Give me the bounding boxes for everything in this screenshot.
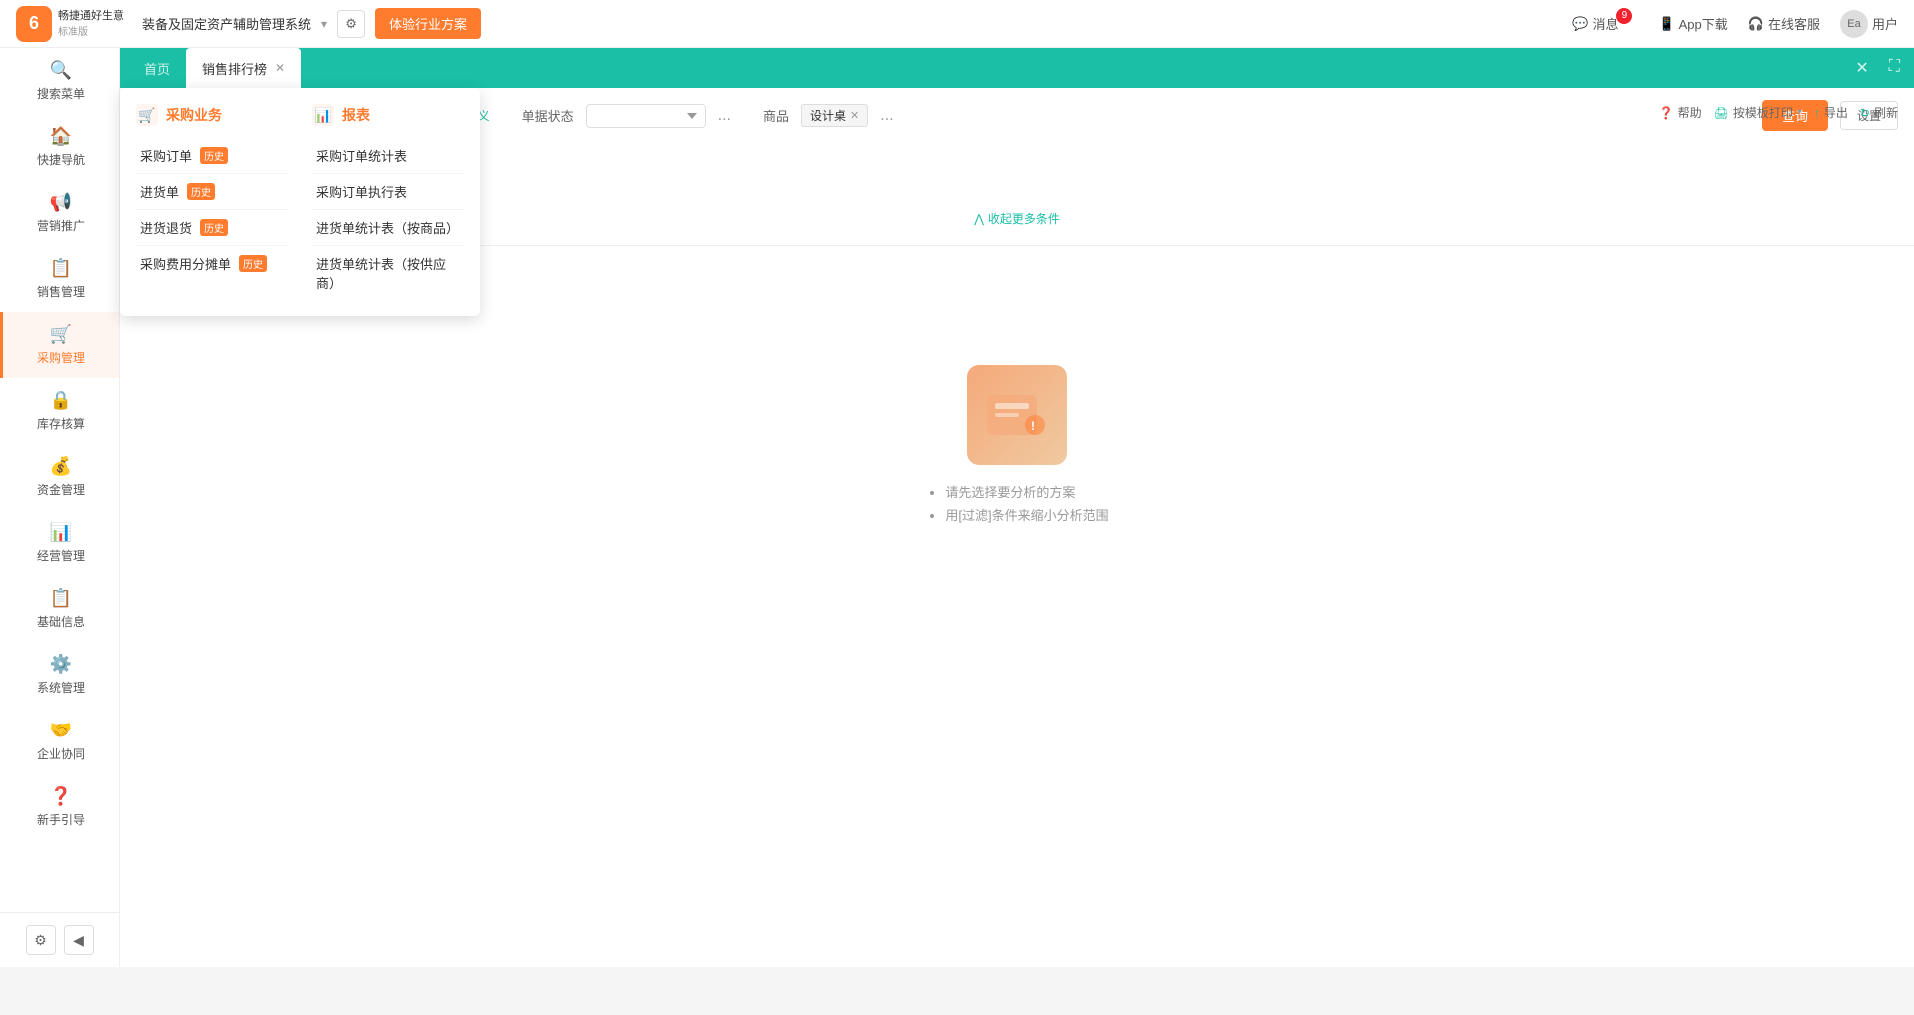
marketing-icon: 📢 [50,192,72,213]
sales-icon: 📋 [50,258,72,279]
purchase-order-exec-item[interactable]: 采购订单执行表 [312,174,464,210]
home-icon: 🏠 [50,126,72,147]
system-icon: ⚙️ [50,654,72,675]
enterprise-icon: 🤝 [50,720,72,741]
headset-icon: 🎧 [1748,16,1764,32]
doc-status-ellipsis[interactable]: ... [718,107,731,125]
incoming-order-item[interactable]: 进货单 历史 [136,174,288,210]
purchase-section-icon: 🛒 [136,104,158,126]
incoming-stat-goods-item[interactable]: 进货单统计表（按商品） [312,210,464,246]
sidebar-item-search[interactable]: 🔍 搜索菜单 [0,48,119,114]
doc-status-label: 单据状态 [522,106,574,125]
return-goods-item[interactable]: 进货退货 历史 [136,210,288,246]
report-section-icon: 📊 [312,104,334,126]
chevron-down-icon[interactable]: ▾ [321,17,327,31]
finance-icon: 💰 [50,456,72,477]
refresh-icon: ↻ [1860,106,1870,120]
purchase-section-title: 🛒 采购业务 [136,104,288,126]
sidebar-collapse-button[interactable]: ◀ [64,925,94,955]
app-download-button[interactable]: 📱 App下载 [1658,14,1727,33]
logo: 6 畅捷通好生意 标准版 [16,6,126,42]
message-badge: 9 [1616,8,1632,24]
purchase-order-stat-item[interactable]: 采购订单统计表 [312,138,464,174]
goods-tag: 设计桌 ✕ [801,104,868,127]
logo-icon: 6 [16,6,52,42]
sidebar-settings-button[interactable]: ⚙ [26,925,56,955]
tabbar: 首页 销售排行榜 ✕ ✕ ⛶ [120,48,1914,88]
report-column: 📊 报表 采购订单统计表 采购订单执行表 进货单统计表（按商品） 进货单统计表（… [312,104,464,300]
history-badge: 历史 [200,219,228,236]
phone-icon: 📱 [1658,16,1674,32]
export-icon: ↑ [1814,106,1820,120]
topbar-right: 💬 消息 9 📱 App下载 🎧 在线客服 Ea 用户 [1572,10,1898,38]
purchase-fee-item[interactable]: 采购费用分摊单 历史 [136,246,288,281]
sidebar-item-operations[interactable]: 📊 经营管理 [0,510,119,576]
company-name: 畅捷通好生意 [58,9,124,23]
settings-icon[interactable]: ⚙ [337,10,365,38]
purchase-icon: 🛒 [50,324,72,345]
online-service-button[interactable]: 🎧 在线客服 [1748,14,1820,33]
collapse-icon: ⋀ [974,212,984,226]
sidebar-item-inventory[interactable]: 🔒 库存核算 [0,378,119,444]
operations-icon: 📊 [50,522,72,543]
tab-sales-rank[interactable]: 销售排行榜 ✕ [186,48,301,88]
svg-text:!: ! [1031,419,1035,433]
goods-ellipsis[interactable]: ... [880,107,893,125]
incoming-stat-supplier-item[interactable]: 进货单统计表（按供应商） [312,246,464,300]
dropdown-columns: 🛒 采购业务 采购订单 历史 进货单 历史 进货退货 历史 采购费用分摊单 历史 [136,104,464,300]
sidebar-item-purchase[interactable]: 🛒 采购管理 [0,312,119,378]
sidebar-item-finance[interactable]: 💰 资金管理 [0,444,119,510]
topbar: 6 畅捷通好生意 标准版 装备及固定资产辅助管理系统 ▾ ⚙ 体验行业方案 💬 … [0,0,1914,48]
expand-icon[interactable]: ⛶ [1883,58,1906,78]
sidebar-item-newbie[interactable]: ❓ 新手引导 [0,774,119,840]
message-button[interactable]: 💬 消息 9 [1572,14,1638,33]
user-menu[interactable]: Ea 用户 [1840,10,1898,38]
help-button[interactable]: ❓ 帮助 [1659,104,1702,121]
purchase-order-item[interactable]: 采购订单 历史 [136,138,288,174]
search-icon: 🔍 [50,60,72,81]
sidebar-item-enterprise[interactable]: 🤝 企业协同 [0,708,119,774]
report-section-title: 📊 报表 [312,104,464,126]
history-badge: 历史 [200,147,228,164]
empty-tip-2: 用[过滤]条件来缩小分析范围 [945,504,1108,527]
sidebar-item-base[interactable]: 📋 基础信息 [0,576,119,642]
system-name: 装备及固定资产辅助管理系统 [142,14,311,33]
empty-tips: 请先选择要分析的方案 用[过滤]条件来缩小分析范围 [925,481,1108,528]
doc-status-select[interactable] [586,104,706,128]
newbie-icon: ❓ [50,786,72,807]
sidebar-item-system[interactable]: ⚙️ 系统管理 [0,642,119,708]
empty-illustration: ! [967,365,1067,465]
history-badge: 历史 [239,255,267,272]
help-icon: ❓ [1659,106,1674,120]
close-all-icon[interactable]: ✕ [1849,58,1874,78]
sidebar-item-marketing[interactable]: 📢 营销推广 [0,180,119,246]
system-info: 装备及固定资产辅助管理系统 ▾ ⚙ 体验行业方案 [142,8,1572,39]
sidebar-item-sales[interactable]: 📋 销售管理 [0,246,119,312]
base-icon: 📋 [50,588,72,609]
content-toolbar: ❓ 帮助 🖨 按模板打印 ▾ ↑ 导出 ↻ 刷新 [1659,104,1898,121]
goods-label: 商品 [763,106,789,125]
industry-button[interactable]: 体验行业方案 [375,8,481,39]
inventory-icon: 🔒 [50,390,72,411]
sidebar: 🔍 搜索菜单 🏠 快捷导航 📢 营销推广 📋 销售管理 🛒 采购管理 🔒 库存核… [0,48,120,967]
tab-close-icon[interactable]: ✕ [275,61,285,75]
chevron-down-icon: ▾ [1797,107,1802,118]
sidebar-bottom: ⚙ ◀ [0,912,119,967]
export-button[interactable]: ↑ 导出 [1814,104,1848,121]
goods-tag-close[interactable]: ✕ [850,109,859,122]
message-icon: 💬 [1572,16,1588,32]
empty-tip-1: 请先选择要分析的方案 [945,481,1108,504]
refresh-button[interactable]: ↻ 刷新 [1860,104,1898,121]
sidebar-item-quick-nav[interactable]: 🏠 快捷导航 [0,114,119,180]
history-badge: 历史 [187,183,215,200]
purchase-dropdown: 🛒 采购业务 采购订单 历史 进货单 历史 进货退货 历史 采购费用分摊单 历史 [120,88,480,316]
purchase-business-column: 🛒 采购业务 采购订单 历史 进货单 历史 进货退货 历史 采购费用分摊单 历史 [136,104,288,300]
tabbar-actions: ✕ ⛶ [1849,58,1906,78]
tab-home[interactable]: 首页 [128,48,186,88]
print-button[interactable]: 🖨 按模板打印 ▾ [1714,104,1802,121]
company-sub: 标准版 [58,23,124,38]
print-icon: 🖨 [1714,106,1729,120]
avatar: Ea [1840,10,1868,38]
